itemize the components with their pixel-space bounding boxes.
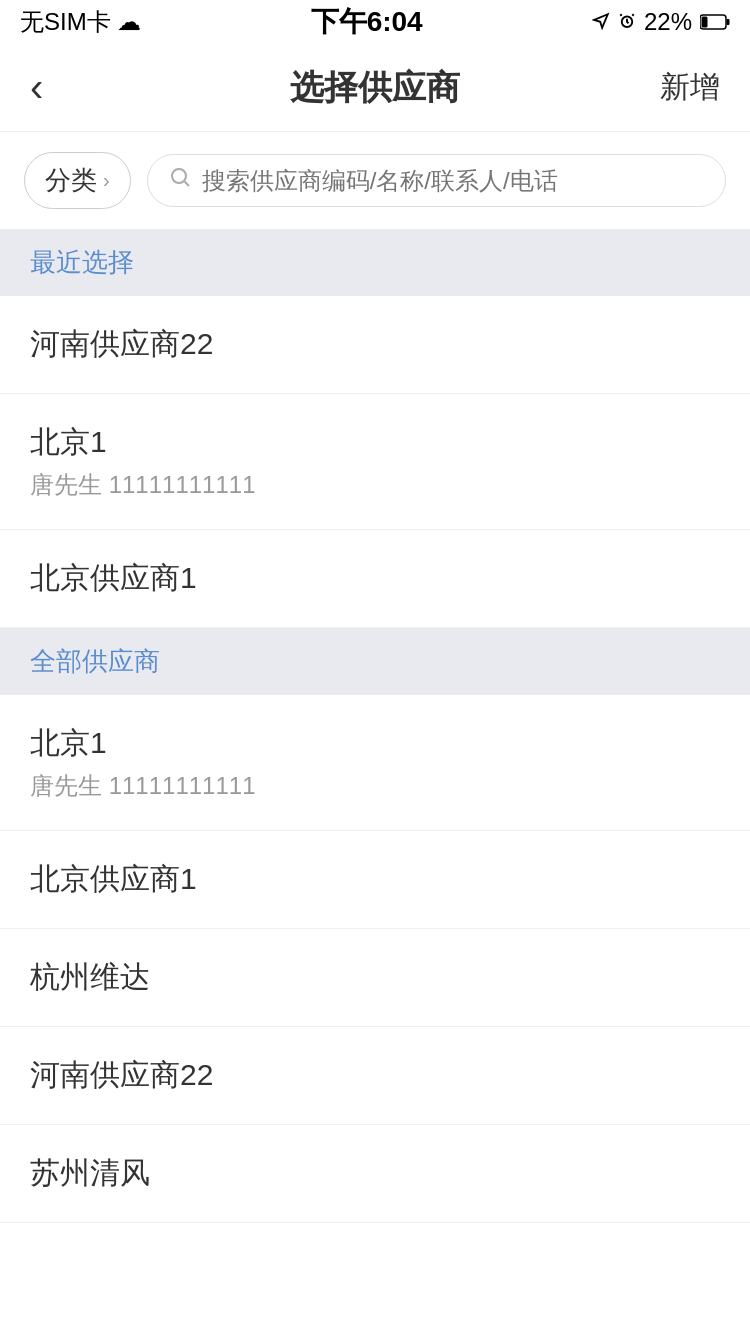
- back-button[interactable]: ‹: [30, 65, 90, 110]
- battery-label: 22%: [644, 8, 692, 36]
- list-item[interactable]: 河南供应商22: [0, 296, 750, 394]
- item-name: 北京供应商1: [30, 558, 720, 599]
- item-name: 北京供应商1: [30, 859, 720, 900]
- search-icon: [168, 165, 192, 196]
- list-item[interactable]: 苏州清风: [0, 1125, 750, 1223]
- status-right: 22%: [592, 8, 730, 36]
- chevron-right-icon: ›: [103, 169, 110, 192]
- recent-list: 河南供应商22 北京1 唐先生 11111111111 北京供应商1: [0, 296, 750, 628]
- add-button[interactable]: 新增: [660, 67, 720, 108]
- search-input[interactable]: [202, 167, 705, 195]
- svg-rect-3: [702, 17, 708, 28]
- list-item[interactable]: 杭州维达: [0, 929, 750, 1027]
- battery-icon: [700, 8, 730, 36]
- item-sub: 唐先生 11111111111: [30, 469, 720, 501]
- list-item[interactable]: 北京供应商1: [0, 831, 750, 929]
- page-title: 选择供应商: [90, 65, 660, 111]
- svg-point-4: [172, 169, 186, 183]
- status-left: 无SIM卡 ☁: [20, 6, 141, 38]
- item-sub: 唐先生 11111111111: [30, 770, 720, 802]
- status-time: 下午6:04: [311, 3, 423, 41]
- list-item[interactable]: 河南供应商22: [0, 1027, 750, 1125]
- all-section-header: 全部供应商: [0, 628, 750, 695]
- item-name: 河南供应商22: [30, 1055, 720, 1096]
- no-sim-label: 无SIM卡 ☁: [20, 6, 141, 38]
- item-name: 河南供应商22: [30, 324, 720, 365]
- list-item[interactable]: 北京供应商1: [0, 530, 750, 628]
- item-name: 北京1: [30, 723, 720, 764]
- recent-section-header: 最近选择: [0, 229, 750, 296]
- category-button[interactable]: 分类 ›: [24, 152, 131, 209]
- item-name: 杭州维达: [30, 957, 720, 998]
- nav-bar: ‹ 选择供应商 新增: [0, 44, 750, 132]
- search-box: [147, 154, 726, 207]
- all-list: 北京1 唐先生 11111111111 北京供应商1 杭州维达河南供应商22 苏州清风: [0, 695, 750, 1223]
- category-label: 分类: [45, 163, 97, 198]
- location-icon: [592, 8, 610, 36]
- list-item[interactable]: 北京1 唐先生 11111111111: [0, 695, 750, 831]
- status-bar: 无SIM卡 ☁ 下午6:04 22%: [0, 0, 750, 44]
- svg-rect-2: [727, 19, 730, 25]
- item-name: 苏州清风: [30, 1153, 720, 1194]
- list-item[interactable]: 北京1 唐先生 11111111111: [0, 394, 750, 530]
- alarm-icon: [618, 8, 636, 36]
- item-name: 北京1: [30, 422, 720, 463]
- filter-bar: 分类 ›: [0, 132, 750, 229]
